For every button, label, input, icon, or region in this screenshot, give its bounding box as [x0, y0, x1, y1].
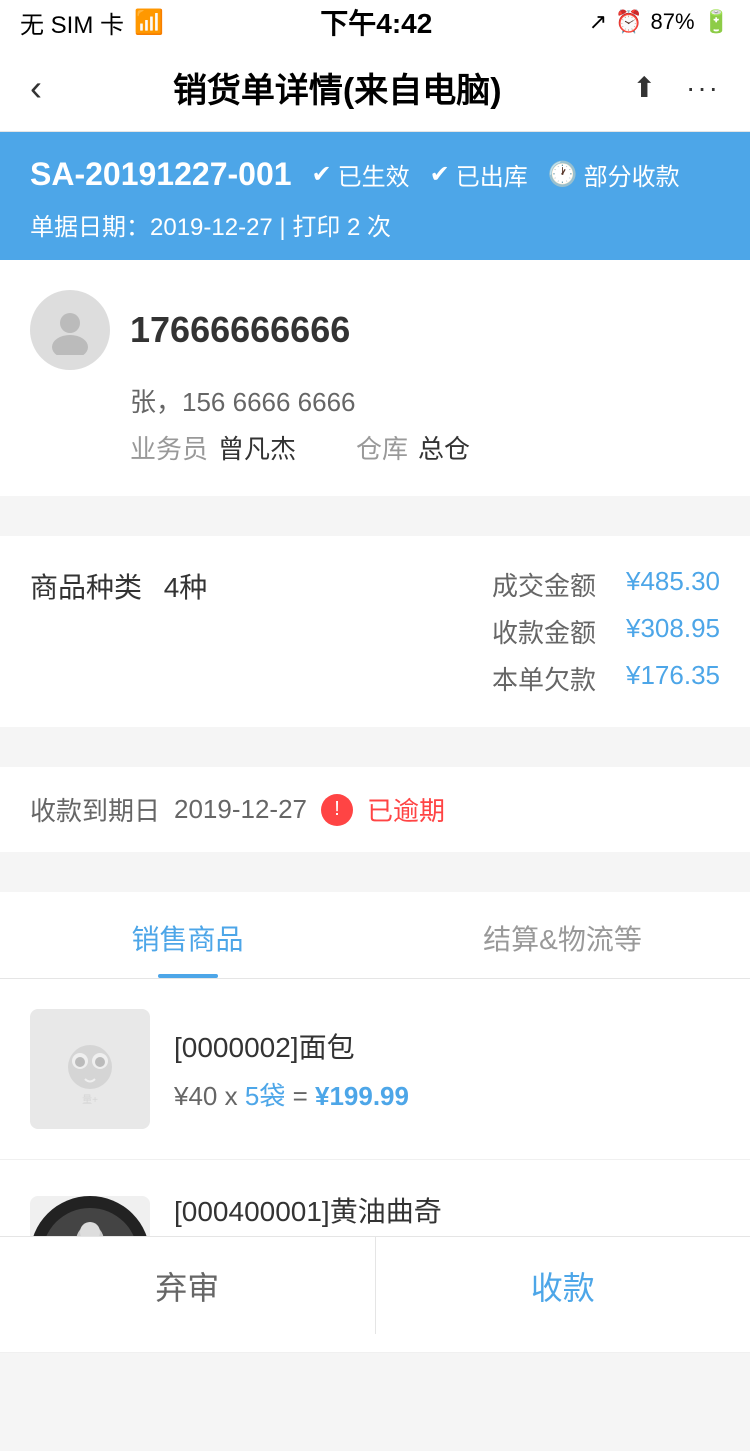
status-text-2: 已出库	[456, 157, 528, 192]
summary-right: 成交金额 ¥485.30 收款金额 ¥308.95 本单欠款 ¥176.35	[492, 566, 720, 697]
collect-payment-button[interactable]: 收款	[376, 1237, 750, 1334]
product-info-1: [0000002]面包 ¥40 x 5袋 = ¥199.99	[174, 1026, 720, 1113]
thumb-placeholder-1: 量+	[30, 1009, 150, 1129]
status-text-1: 已生效	[338, 157, 410, 192]
check-icon-2: ✔	[430, 160, 450, 189]
product-qty-1: 5袋	[245, 1081, 285, 1111]
owed-amount-value: ¥176.35	[626, 660, 720, 697]
order-id: SA-20191227-001	[30, 156, 292, 193]
tabs-section: 销售商品 结算&物流等	[0, 892, 750, 979]
page-title: 销货单详情(来自电脑)	[173, 63, 502, 112]
alarm-icon: ⏰	[615, 9, 642, 35]
carrier-text: 无 SIM 卡	[20, 5, 124, 40]
product-types: 商品种类 4种	[30, 566, 207, 606]
summary-section: 商品种类 4种 成交金额 ¥485.30 收款金额 ¥308.95 本单欠款 ¥…	[0, 536, 750, 727]
status-bar: 无 SIM 卡 📶 下午4:42 ↗ ⏰ 87% 🔋	[0, 0, 750, 44]
battery-text: 87%	[651, 9, 695, 35]
status-bar-time: 下午4:42	[320, 2, 432, 42]
received-amount-row: 收款金额 ¥308.95	[492, 613, 720, 650]
salesperson-value: 曾凡杰	[218, 429, 296, 466]
due-date-value: 2019-12-27	[174, 794, 307, 825]
wifi-icon: 📶	[134, 8, 164, 37]
customer-contact: 张，156 6666 6666	[130, 382, 720, 419]
back-button[interactable]: ‹	[30, 67, 42, 109]
sep-1	[0, 496, 750, 516]
tab-settlement-label: 结算&物流等	[483, 924, 642, 955]
status-badge-3: 🕐 部分收款	[548, 157, 680, 192]
avatar	[30, 290, 110, 370]
received-amount-label: 收款金额	[492, 613, 596, 650]
warehouse-label: 仓库	[356, 429, 408, 466]
overdue-icon: !	[321, 794, 353, 826]
share-icon[interactable]: ⬆	[633, 71, 656, 104]
salesperson-field: 业务员 曾凡杰	[130, 429, 296, 466]
product-thumb-1: 量+	[30, 1009, 150, 1129]
svg-text:量+: 量+	[82, 1094, 98, 1106]
due-date-label: 收款到期日	[30, 791, 160, 828]
status-bar-left: 无 SIM 卡 📶	[20, 5, 164, 40]
order-doc-date: 单据日期：2019-12-27 | 打印 2 次	[30, 207, 720, 242]
customer-phone: 17666666666	[130, 309, 350, 351]
owed-amount-label: 本单欠款	[492, 660, 596, 697]
product-name-2: [000400001]黄油曲奇	[174, 1190, 720, 1230]
customer-row: 17666666666	[30, 290, 720, 370]
product-types-label: 商品种类	[30, 572, 142, 603]
status-badge-2: ✔ 已出库	[430, 157, 528, 192]
status-text-3: 部分收款	[584, 157, 680, 192]
warehouse-value: 总仓	[418, 429, 470, 466]
tab-sales-products[interactable]: 销售商品	[0, 892, 375, 978]
overdue-text: 已逾期	[367, 791, 445, 828]
deal-amount-row: 成交金额 ¥485.30	[492, 566, 720, 603]
order-header: SA-20191227-001 ✔ 已生效 ✔ 已出库 🕐 部分收款 单据日期：…	[0, 132, 750, 260]
product-name-1: [0000002]面包	[174, 1026, 720, 1066]
sep-3	[0, 852, 750, 872]
tab-sales-products-label: 销售商品	[131, 924, 243, 955]
status-badge-1: ✔ 已生效	[312, 157, 410, 192]
tab-settlement[interactable]: 结算&物流等	[375, 892, 750, 978]
more-icon[interactable]: ···	[686, 72, 720, 104]
due-section: 收款到期日 2019-12-27 ! 已逾期	[0, 767, 750, 852]
status-bar-right: ↗ ⏰ 87% 🔋	[589, 9, 730, 35]
customer-meta: 业务员 曾凡杰 仓库 总仓	[130, 429, 720, 466]
location-icon: ↗	[589, 9, 607, 35]
bottom-bar: 弃审 收款	[0, 1236, 750, 1334]
deal-amount-value: ¥485.30	[626, 566, 720, 603]
product-price-1: ¥40 x 5袋 = ¥199.99	[174, 1076, 720, 1113]
nav-actions: ⬆ ···	[633, 71, 720, 104]
summary-left: 商品种类 4种	[30, 566, 207, 697]
owed-amount-row: 本单欠款 ¥176.35	[492, 660, 720, 697]
product-total-1: ¥199.99	[315, 1081, 409, 1111]
customer-section: 17666666666 张，156 6666 6666 业务员 曾凡杰 仓库 总…	[0, 260, 750, 496]
table-row: 量+ [0000002]面包 ¥40 x 5袋 = ¥199.99	[0, 979, 750, 1160]
received-amount-value: ¥308.95	[626, 613, 720, 650]
salesperson-label: 业务员	[130, 429, 208, 466]
clock-icon: 🕐	[548, 160, 578, 189]
nav-bar: ‹ 销货单详情(来自电脑) ⬆ ···	[0, 44, 750, 132]
abandon-review-button[interactable]: 弃审	[0, 1237, 375, 1334]
check-icon-1: ✔	[312, 160, 332, 189]
warehouse-field: 仓库 总仓	[356, 429, 470, 466]
sep-2	[0, 727, 750, 747]
deal-amount-label: 成交金额	[492, 566, 596, 603]
product-types-value: 4种	[164, 572, 208, 603]
bottom-spacer	[0, 1353, 750, 1451]
product-unit-price-1: ¥40	[174, 1081, 217, 1111]
order-header-top: SA-20191227-001 ✔ 已生效 ✔ 已出库 🕐 部分收款	[30, 156, 720, 193]
battery-icon: 🔋	[703, 9, 730, 35]
